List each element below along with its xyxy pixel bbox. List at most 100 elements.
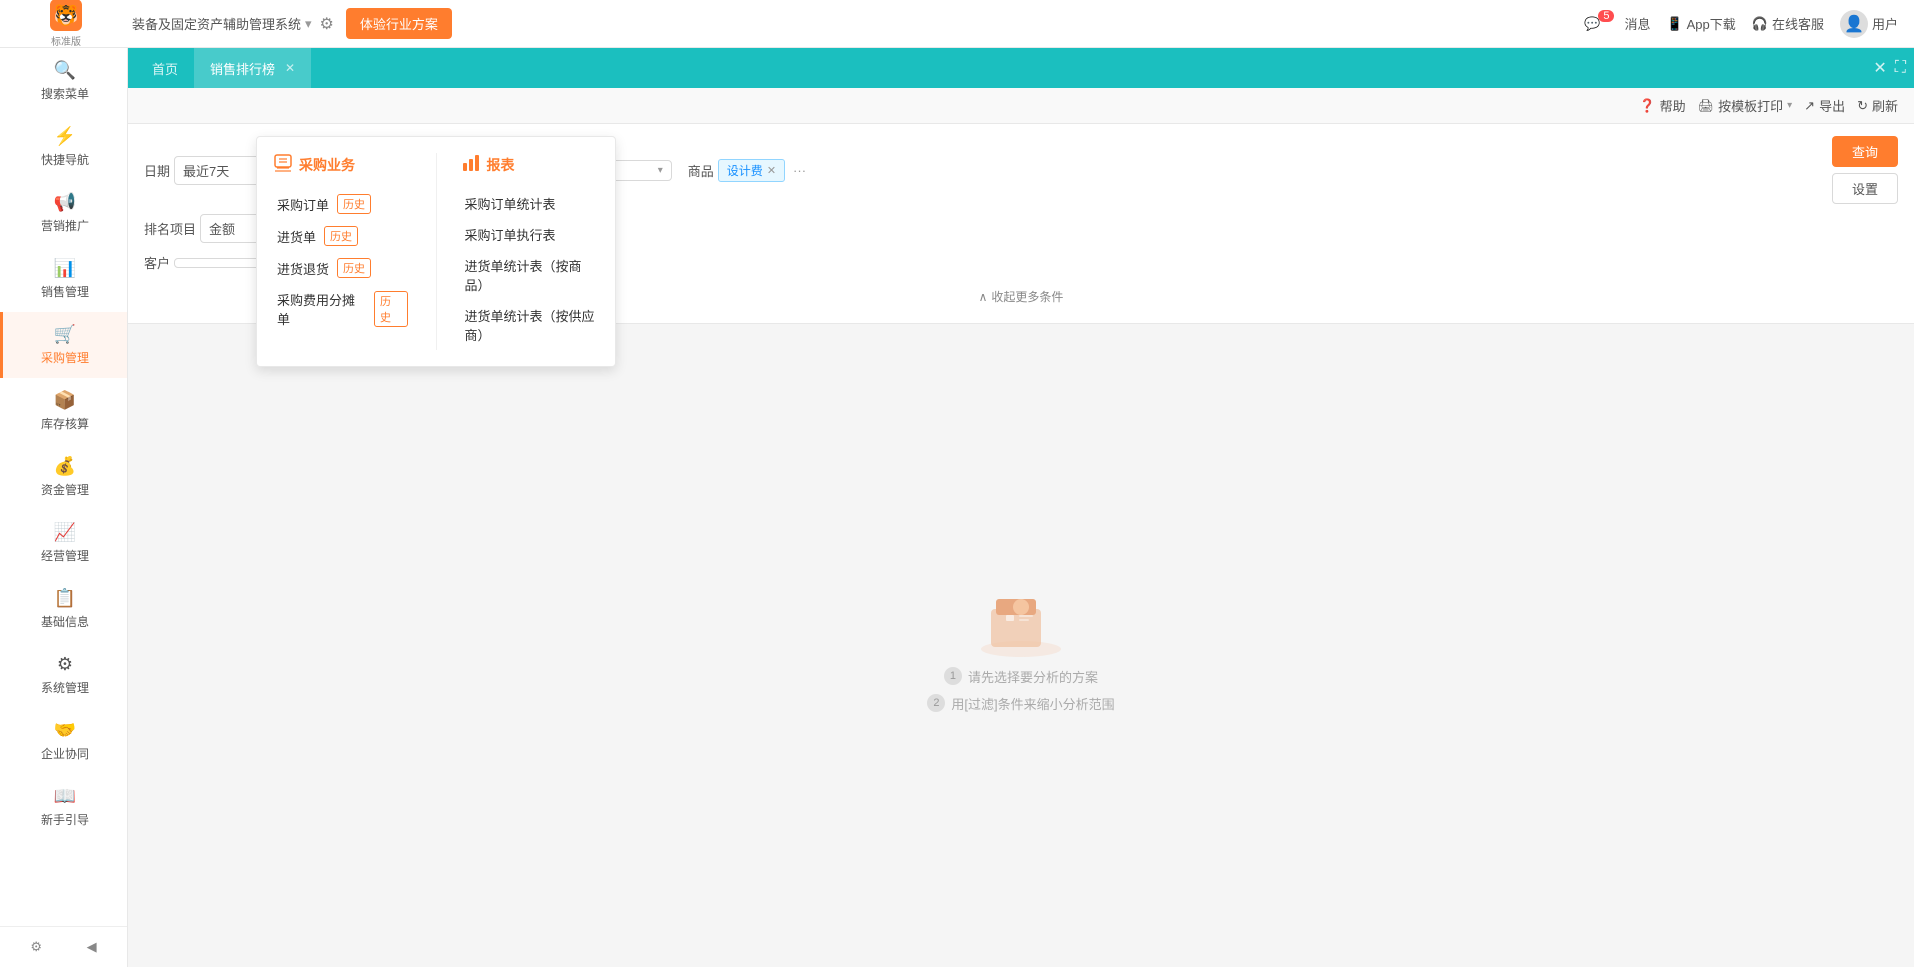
purchase-section-label: 采购业务 <box>299 155 355 175</box>
print-dropdown-icon[interactable]: ▾ <box>1787 100 1792 111</box>
main-area: 🔍 搜索菜单 ⚡ 快捷导航 📢 营销推广 📊 销售管理 🛒 采购管理 📦 <box>0 48 1914 967</box>
sidebar-label-marketing: 营销推广 <box>41 217 89 234</box>
sidebar-item-newbie[interactable]: 📖 新手引导 <box>0 774 127 840</box>
top-bar: 🐯 标准版 装备及固定资产辅助管理系统 ▾ ⚙ 体验行业方案 💬 5 消息 📱 … <box>0 0 1914 48</box>
sidebar-settings-btn[interactable]: ⚙ <box>30 939 42 955</box>
menu-item-purchase-order-stat[interactable]: 采购订单统计表 <box>461 188 600 219</box>
sidebar-label-search: 搜索菜单 <box>41 85 89 102</box>
sidebar-item-enterprise[interactable]: 🤝 企业协同 <box>0 708 127 774</box>
sidebar-label-basic-info: 基础信息 <box>41 613 89 630</box>
app-download-item[interactable]: 📱 App下载 <box>1666 14 1735 33</box>
export-button[interactable]: ↗ 导出 <box>1804 96 1845 115</box>
step-num-2: 2 <box>927 694 945 712</box>
menu-item-purchase-order[interactable]: 采购订单 历史 <box>273 188 412 220</box>
menu-item-inbound-stat-goods[interactable]: 进货单统计表（按商品） <box>461 250 600 300</box>
inbound-stat-goods-label: 进货单统计表（按商品） <box>465 256 596 294</box>
system-icon: ⚙ <box>57 654 73 675</box>
rank-label: 排名项目 <box>144 219 196 238</box>
sidebar: 🔍 搜索菜单 ⚡ 快捷导航 📢 营销推广 📊 销售管理 🛒 采购管理 📦 <box>0 48 128 967</box>
empty-step-1-text: 请先选择要分析的方案 <box>968 667 1098 686</box>
finance-icon: 💰 <box>54 456 76 477</box>
sidebar-label-quicknav: 快捷导航 <box>41 151 89 168</box>
help-button[interactable]: ❓ 帮助 <box>1639 96 1685 115</box>
system-name-area: 装备及固定资产辅助管理系统 ▾ ⚙ <box>124 14 334 34</box>
settings-icon[interactable]: ⚙ <box>320 14 334 34</box>
collapse-up-icon: ∧ <box>979 290 988 304</box>
sidebar-label-operation: 经营管理 <box>41 547 89 564</box>
print-label: 按模板打印 <box>1718 96 1783 115</box>
menu-item-inbound-return[interactable]: 进货退货 历史 <box>273 252 412 284</box>
tab-close-icon[interactable]: ✕ <box>285 61 295 75</box>
sidebar-collapse-btn[interactable]: ◀ <box>87 939 97 955</box>
collapse-button[interactable]: ∧ 收起更多条件 <box>973 282 1070 311</box>
message-item[interactable]: 💬 5 消息 <box>1584 14 1650 33</box>
goods-label: 商品 <box>688 161 714 180</box>
empty-step-1: 1 请先选择要分析的方案 <box>944 667 1098 686</box>
inbound-label: 进货单 <box>277 227 316 246</box>
report-section-icon <box>461 153 481 176</box>
system-name: 装备及固定资产辅助管理系统 <box>132 14 301 33</box>
print-button[interactable]: 🖨 按模板打印 ▾ <box>1698 96 1793 115</box>
goods-tag-remove[interactable]: ✕ <box>767 164 776 177</box>
inbound-stat-supplier-label: 进货单统计表（按供应商） <box>465 306 596 344</box>
message-label: 消息 <box>1624 14 1650 33</box>
operation-icon: 📈 <box>54 522 76 543</box>
sidebar-label-inventory: 库存核算 <box>41 415 89 432</box>
online-service-label: 在线客服 <box>1772 14 1824 33</box>
help-label: 帮助 <box>1660 96 1686 115</box>
empty-step-2: 2 用[过滤]条件来缩小分析范围 <box>927 694 1114 713</box>
sidebar-item-quicknav[interactable]: ⚡ 快捷导航 <box>0 114 127 180</box>
sidebar-item-basic-info[interactable]: 📋 基础信息 <box>0 576 127 642</box>
history-badge-1: 历史 <box>324 226 358 246</box>
menu-item-inbound-stat-supplier[interactable]: 进货单统计表（按供应商） <box>461 300 600 350</box>
search-icon: 🔍 <box>54 60 76 81</box>
user-avatar: 👤 <box>1840 10 1868 38</box>
help-icon: ❓ <box>1639 98 1655 114</box>
step-num-1: 1 <box>944 667 962 685</box>
purchase-order-stat-label: 采购订单统计表 <box>465 194 556 213</box>
tab-home[interactable]: 首页 <box>136 48 194 88</box>
menu-item-purchase-order-exec[interactable]: 采购订单执行表 <box>461 219 600 250</box>
menu-divider <box>436 153 437 350</box>
sidebar-item-search[interactable]: 🔍 搜索菜单 <box>0 48 127 114</box>
tab-close-all-icon[interactable]: ✕ <box>1873 58 1886 78</box>
logo-text: 标准版 <box>51 33 81 48</box>
sidebar-bottom: ⚙ ◀ <box>0 926 127 967</box>
purchase-section-icon <box>273 153 293 176</box>
voucher-status-chevron: ▾ <box>658 165 663 176</box>
history-badge-0: 历史 <box>337 194 371 214</box>
tab-sales-rank-label: 销售排行榜 <box>210 59 275 78</box>
tab-expand-icon[interactable]: ⛶ <box>1895 59 1906 77</box>
phone-icon: 📱 <box>1666 16 1682 32</box>
query-button[interactable]: 查询 <box>1832 136 1898 167</box>
refresh-icon: ↻ <box>1857 98 1868 114</box>
goods-filter-dots[interactable]: ··· <box>793 163 806 178</box>
logo-area: 🐯 标准版 <box>16 0 116 48</box>
sidebar-item-purchase[interactable]: 🛒 采购管理 <box>0 312 127 378</box>
industry-button[interactable]: 体验行业方案 <box>346 8 452 39</box>
purchase-order-label: 采购订单 <box>277 195 329 214</box>
menu-item-purchase-expense[interactable]: 采购费用分摊单 历史 <box>273 284 412 334</box>
purchase-expense-label: 采购费用分摊单 <box>277 290 366 328</box>
sidebar-item-marketing[interactable]: 📢 营销推广 <box>0 180 127 246</box>
sidebar-item-system[interactable]: ⚙ 系统管理 <box>0 642 127 708</box>
empty-step-2-text: 用[过滤]条件来缩小分析范围 <box>951 694 1114 713</box>
online-service-item[interactable]: 🎧 在线客服 <box>1752 14 1824 33</box>
top-right: 💬 5 消息 📱 App下载 🎧 在线客服 👤 用户 <box>1584 10 1898 38</box>
menu-item-inbound[interactable]: 进货单 历史 <box>273 220 412 252</box>
sidebar-item-sales[interactable]: 📊 销售管理 <box>0 246 127 312</box>
app-download-label: App下载 <box>1687 14 1736 33</box>
enterprise-icon: 🤝 <box>54 720 76 741</box>
tab-sales-rank[interactable]: 销售排行榜 ✕ <box>194 48 311 88</box>
sidebar-item-operation[interactable]: 📈 经营管理 <box>0 510 127 576</box>
purchase-icon: 🛒 <box>54 324 76 345</box>
user-item[interactable]: 👤 用户 <box>1840 10 1898 38</box>
refresh-button[interactable]: ↻ 刷新 <box>1857 96 1898 115</box>
sidebar-item-inventory[interactable]: 📦 库存核算 <box>0 378 127 444</box>
sidebar-item-finance[interactable]: 💰 资金管理 <box>0 444 127 510</box>
settings-button[interactable]: 设置 <box>1832 173 1898 204</box>
message-badge: 5 <box>1598 10 1614 22</box>
tab-home-label: 首页 <box>152 59 178 78</box>
inbound-return-label: 进货退货 <box>277 259 329 278</box>
system-dropdown-icon[interactable]: ▾ <box>305 16 312 32</box>
